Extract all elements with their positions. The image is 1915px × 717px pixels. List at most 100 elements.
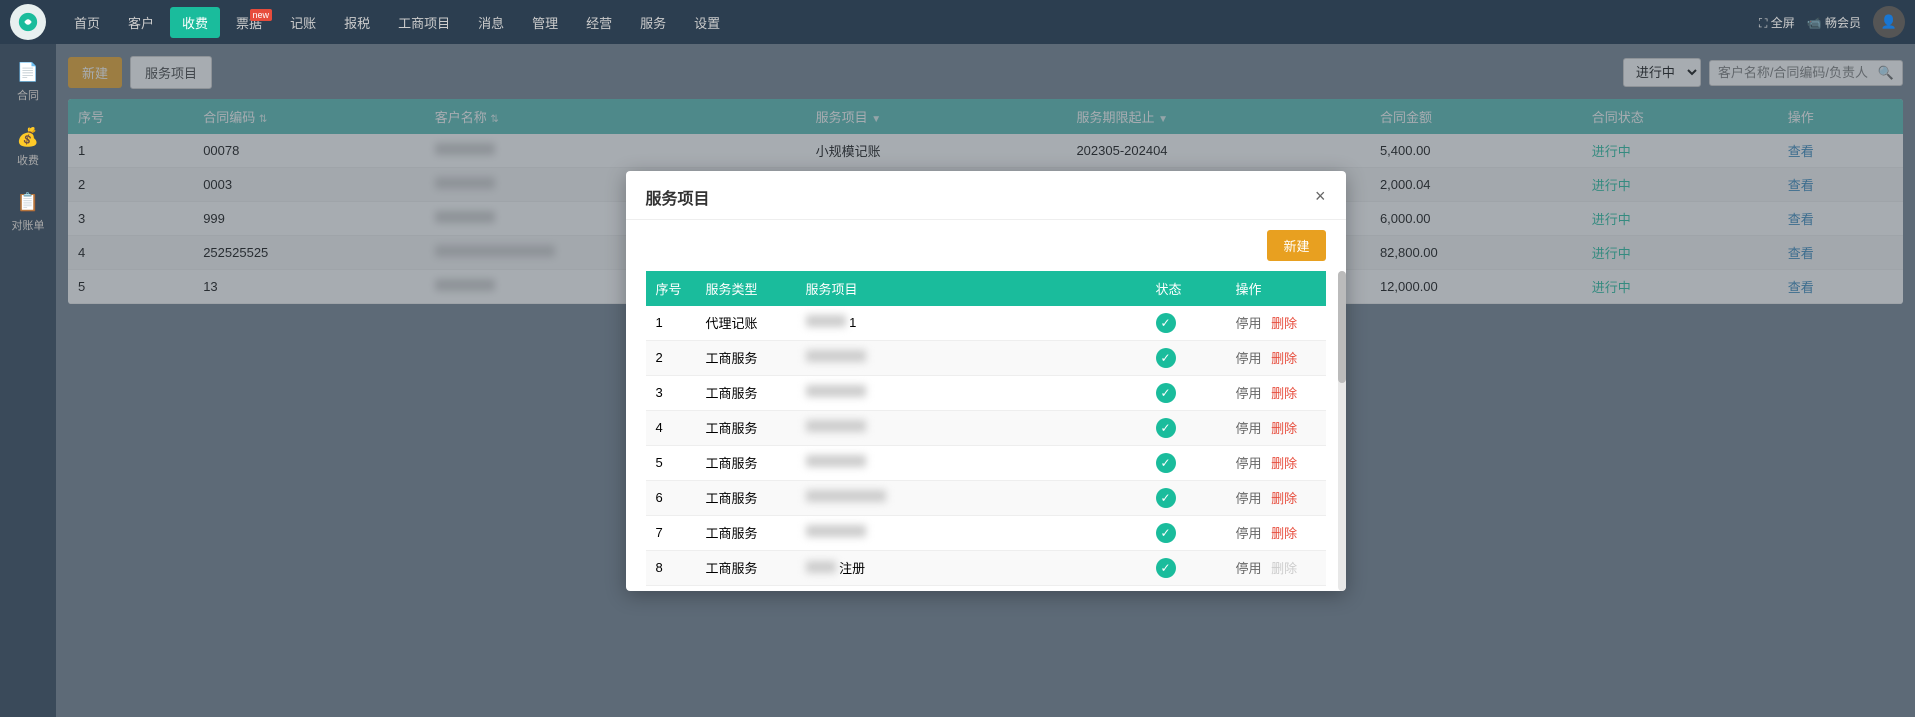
nav-fee[interactable]: 收费: [170, 7, 220, 38]
dialog-cell-type: 工商服务: [696, 550, 796, 585]
status-active-icon: ✓: [1156, 453, 1176, 473]
delete-button[interactable]: 删除: [1271, 386, 1297, 401]
dialog-col-action: 操作: [1226, 271, 1326, 306]
nav-home[interactable]: 首页: [62, 7, 112, 38]
dialog-cell-action: 停用 删除: [1226, 410, 1326, 445]
nav-settings[interactable]: 设置: [682, 7, 732, 38]
dialog-toolbar: 新建: [626, 220, 1346, 271]
nav-message[interactable]: 消息: [466, 7, 516, 38]
dialog-col-item: 服务项目: [796, 271, 1146, 306]
dialog-cell-status: ✓: [1146, 410, 1226, 445]
status-active-icon: ✓: [1156, 313, 1176, 333]
status-active-icon: ✓: [1156, 348, 1176, 368]
dialog-cell-seq: 6: [646, 480, 696, 515]
fullscreen-button[interactable]: ⛶ 全屏: [1759, 14, 1795, 31]
scrollbar-thumb[interactable]: [1338, 271, 1346, 383]
dialog-cell-type: 工商服务: [696, 445, 796, 480]
nav-service[interactable]: 服务: [628, 7, 678, 38]
nav-business[interactable]: 工商项目: [386, 7, 462, 38]
stop-button[interactable]: 停用: [1236, 456, 1262, 471]
stop-button[interactable]: 停用: [1236, 351, 1262, 366]
app-logo: [10, 4, 46, 40]
dialog-cell-item: [796, 445, 1146, 480]
dialog-cell-type: 工商服务: [696, 515, 796, 550]
left-sidebar: 📄 合同 💰 收费 📋 对账单: [0, 44, 56, 717]
stop-button[interactable]: 停用: [1236, 561, 1262, 576]
stop-button[interactable]: 停用: [1236, 491, 1262, 506]
delete-button[interactable]: 删除: [1271, 491, 1297, 506]
dialog-col-type: 服务类型: [696, 271, 796, 306]
dialog-table-row: 2 工商服务 ✓ 停用 删除: [646, 340, 1326, 375]
nav-ticket[interactable]: 票据 new: [224, 7, 274, 38]
dialog-cell-status: ✓: [1146, 306, 1226, 341]
delete-button[interactable]: 删除: [1271, 456, 1297, 471]
dialog-cell-seq: 3: [646, 375, 696, 410]
nav-tax[interactable]: 报税: [332, 7, 382, 38]
dialog-cell-action: 停用 删除: [1226, 306, 1326, 341]
dialog-cell-item: [796, 480, 1146, 515]
close-icon[interactable]: ×: [1315, 186, 1326, 207]
contract-icon: 📄: [17, 62, 39, 83]
nav-operation[interactable]: 经营: [574, 7, 624, 38]
delete-button[interactable]: 删除: [1271, 316, 1297, 331]
dialog-table-row: 4 工商服务 ✓ 停用 删除: [646, 410, 1326, 445]
dialog-col-status: 状态: [1146, 271, 1226, 306]
sidebar-item-contract[interactable]: 📄 合同: [0, 52, 56, 113]
dialog-cell-item: [796, 340, 1146, 375]
status-active-icon: ✓: [1156, 523, 1176, 543]
dialog-cell-action: 停用 删除: [1226, 340, 1326, 375]
dialog-cell-action: 停用 删除: [1226, 445, 1326, 480]
status-active-icon: ✓: [1156, 558, 1176, 578]
dialog-table-row: 8 工商服务 注册 ✓ 停用 删除: [646, 550, 1326, 585]
top-navigation: 首页 客户 收费 票据 new 记账 报税 工商项目 消息 管理 经营 服务 设…: [0, 0, 1915, 44]
status-active-icon: ✓: [1156, 383, 1176, 403]
dialog-cell-action: 停用 删除: [1226, 550, 1326, 585]
dialog-cell-status: ✓: [1146, 550, 1226, 585]
nav-bookkeeping[interactable]: 记账: [278, 7, 328, 38]
stop-button[interactable]: 停用: [1236, 386, 1262, 401]
delete-button[interactable]: 删除: [1271, 421, 1297, 436]
dialog-cell-seq: 5: [646, 445, 696, 480]
top-nav-right: ⛶ 全屏 📹 畅会员 👤: [1759, 6, 1905, 38]
content-area: 新建 服务项目 进行中 全部 已完成 已终止 🔍 序号: [56, 44, 1915, 717]
delete-button[interactable]: 删除: [1271, 526, 1297, 541]
dialog-cell-action: 停用 删除: [1226, 375, 1326, 410]
dialog-table-row: 7 工商服务 ✓ 停用 删除: [646, 515, 1326, 550]
sidebar-item-fee[interactable]: 💰 收费: [0, 117, 56, 178]
dialog-new-button[interactable]: 新建: [1267, 230, 1325, 261]
sidebar-item-statement[interactable]: 📋 对账单: [0, 182, 56, 243]
dialog-cell-seq: 8: [646, 550, 696, 585]
stop-button[interactable]: 停用: [1236, 526, 1262, 541]
dialog-title: 服务项目: [646, 185, 710, 209]
dialog-cell-item: [796, 515, 1146, 550]
dialog-table-row: 5 工商服务 ✓ 停用 删除: [646, 445, 1326, 480]
dialog-cell-seq: 2: [646, 340, 696, 375]
dialog-col-seq: 序号: [646, 271, 696, 306]
sidebar-item-label: 合同: [17, 87, 39, 103]
dialog-cell-status: ✓: [1146, 340, 1226, 375]
statement-icon: 📋: [17, 192, 39, 213]
scrollbar-track[interactable]: [1338, 271, 1346, 591]
dialog-cell-action: 停用 删除: [1226, 480, 1326, 515]
sidebar-item-label: 对账单: [12, 217, 45, 233]
dialog-cell-seq: 4: [646, 410, 696, 445]
dialog-cell-status: ✓: [1146, 515, 1226, 550]
dialog-cell-item: [796, 410, 1146, 445]
nav-customer[interactable]: 客户: [116, 7, 166, 38]
stop-button[interactable]: 停用: [1236, 316, 1262, 331]
dialog-cell-seq: 1: [646, 306, 696, 341]
stop-button[interactable]: 停用: [1236, 421, 1262, 436]
dialog-body: 序号 服务类型 服务项目 状态 操作 1 代理记账: [626, 271, 1346, 591]
delete-button-disabled: 删除: [1271, 561, 1297, 576]
fee-icon: 💰: [17, 127, 39, 148]
avatar[interactable]: 👤: [1873, 6, 1905, 38]
delete-button[interactable]: 删除: [1271, 351, 1297, 366]
dialog-cell-item: 1: [796, 306, 1146, 341]
dialog-cell-status: ✓: [1146, 375, 1226, 410]
member-button[interactable]: 📹 畅会员: [1807, 14, 1861, 31]
dialog-cell-status: ✓: [1146, 445, 1226, 480]
dialog-cell-type: 工商服务: [696, 410, 796, 445]
modal-overlay: 服务项目 × 新建 序号 服务类型 服务项目 状态: [56, 44, 1915, 717]
dialog-header: 服务项目 ×: [626, 171, 1346, 220]
nav-manage[interactable]: 管理: [520, 7, 570, 38]
